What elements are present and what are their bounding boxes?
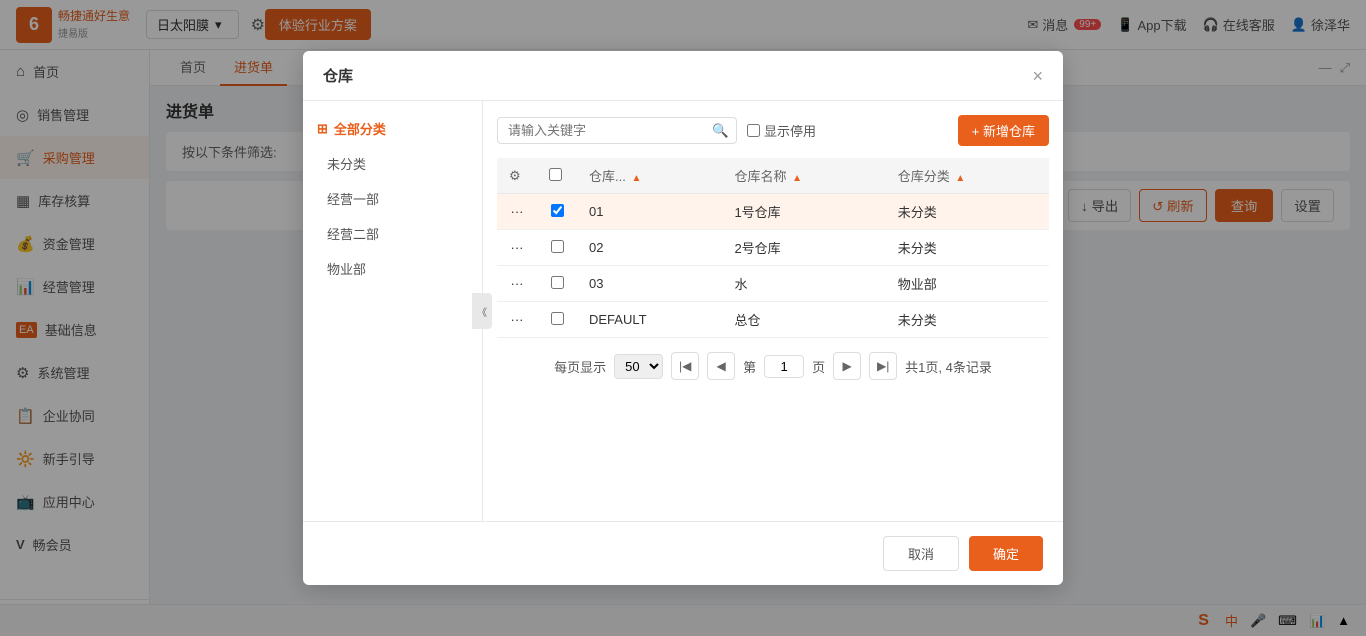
row-category: 物业部 [886, 266, 1049, 302]
row-code: 01 [577, 194, 722, 230]
show-disabled-text: 显示停用 [764, 121, 816, 140]
sort-icon-name: ▲ [792, 173, 802, 184]
modal-title: 仓库 [323, 65, 353, 86]
th-name-label: 仓库名称 [734, 169, 786, 184]
row-code: DEFAULT [577, 302, 722, 338]
page-label: 第 [743, 357, 756, 376]
row-gear[interactable]: ··· [497, 194, 537, 230]
show-disabled-checkbox[interactable] [747, 124, 760, 137]
modal-header: 仓库 × [303, 51, 1063, 101]
last-page-btn[interactable]: ▶| [869, 352, 897, 380]
row-category: 未分类 [886, 194, 1049, 230]
prev-page-btn[interactable]: ◀ [707, 352, 735, 380]
row-check[interactable] [537, 302, 577, 338]
search-input[interactable] [497, 117, 737, 144]
category-panel: ⊞ 全部分类 未分类 经营一部 经营二部 物业部 《 [303, 101, 483, 521]
per-page-select[interactable]: 50 [614, 354, 663, 379]
page-number-input[interactable] [764, 355, 804, 378]
row-code: 03 [577, 266, 722, 302]
table-row[interactable]: ··· 03 水 物业部 [497, 266, 1049, 302]
modal-body: ⊞ 全部分类 未分类 经营一部 经营二部 物业部 《 🔍 显示停用 + 新增仓库 [303, 101, 1063, 521]
confirm-btn[interactable]: 确定 [969, 536, 1043, 571]
category-property[interactable]: 物业部 [303, 251, 482, 286]
table-row[interactable]: ··· DEFAULT 总仓 未分类 [497, 302, 1049, 338]
th-check [537, 158, 577, 194]
row-check[interactable] [537, 230, 577, 266]
show-disabled-label: 显示停用 [747, 121, 816, 140]
category-unclassified[interactable]: 未分类 [303, 146, 482, 181]
row-category: 未分类 [886, 230, 1049, 266]
search-btn[interactable]: 🔍 [712, 123, 729, 139]
th-gear: ⚙ [497, 158, 537, 194]
table-panel: 🔍 显示停用 + 新增仓库 ⚙ 仓库... ▲ [483, 101, 1063, 521]
category-all-label: 全部分类 [334, 119, 386, 138]
row-gear[interactable]: ··· [497, 302, 537, 338]
first-page-btn[interactable]: |◀ [671, 352, 699, 380]
cancel-btn[interactable]: 取消 [883, 536, 959, 571]
grid-icon: ⊞ [317, 121, 328, 137]
next-page-btn[interactable]: ▶ [833, 352, 861, 380]
collapse-panel-btn[interactable]: 《 [472, 293, 492, 329]
table-row[interactable]: ··· 01 1号仓库 未分类 [497, 194, 1049, 230]
sort-icon-code: ▲ [631, 173, 641, 184]
select-all-checkbox[interactable] [549, 168, 562, 181]
row-name: 2号仓库 [722, 230, 885, 266]
row-check[interactable] [537, 194, 577, 230]
category-all-item[interactable]: ⊞ 全部分类 [303, 111, 482, 146]
row-check[interactable] [537, 266, 577, 302]
category-dept1[interactable]: 经营一部 [303, 181, 482, 216]
sort-icon-cat: ▲ [955, 173, 965, 184]
th-name: 仓库名称 ▲ [722, 158, 885, 194]
pagination: 每页显示 50 |◀ ◀ 第 页 ▶ ▶| 共1页, 4条记录 [497, 338, 1049, 384]
search-wrap: 🔍 [497, 117, 737, 144]
total-label: 共1页, 4条记录 [905, 357, 992, 376]
warehouse-modal: 仓库 × ⊞ 全部分类 未分类 经营一部 经营二部 物业部 《 🔍 [303, 51, 1063, 585]
th-category-label: 仓库分类 [898, 169, 950, 184]
row-gear[interactable]: ··· [497, 266, 537, 302]
row-gear[interactable]: ··· [497, 230, 537, 266]
category-dept2[interactable]: 经营二部 [303, 216, 482, 251]
add-warehouse-btn[interactable]: + 新增仓库 [958, 115, 1049, 146]
modal-footer: 取消 确定 [303, 521, 1063, 585]
table-row[interactable]: ··· 02 2号仓库 未分类 [497, 230, 1049, 266]
row-name: 水 [722, 266, 885, 302]
modal-close-btn[interactable]: × [1032, 67, 1043, 85]
row-name: 1号仓库 [722, 194, 885, 230]
table-toolbar: 🔍 显示停用 + 新增仓库 [497, 115, 1049, 146]
th-category: 仓库分类 ▲ [886, 158, 1049, 194]
th-code-label: 仓库... [589, 169, 626, 184]
page-unit: 页 [812, 357, 825, 376]
per-page-label: 每页显示 [554, 357, 606, 376]
row-code: 02 [577, 230, 722, 266]
row-name: 总仓 [722, 302, 885, 338]
row-category: 未分类 [886, 302, 1049, 338]
warehouse-table: ⚙ 仓库... ▲ 仓库名称 ▲ 仓库分类 ▲ [497, 158, 1049, 338]
th-code: 仓库... ▲ [577, 158, 722, 194]
